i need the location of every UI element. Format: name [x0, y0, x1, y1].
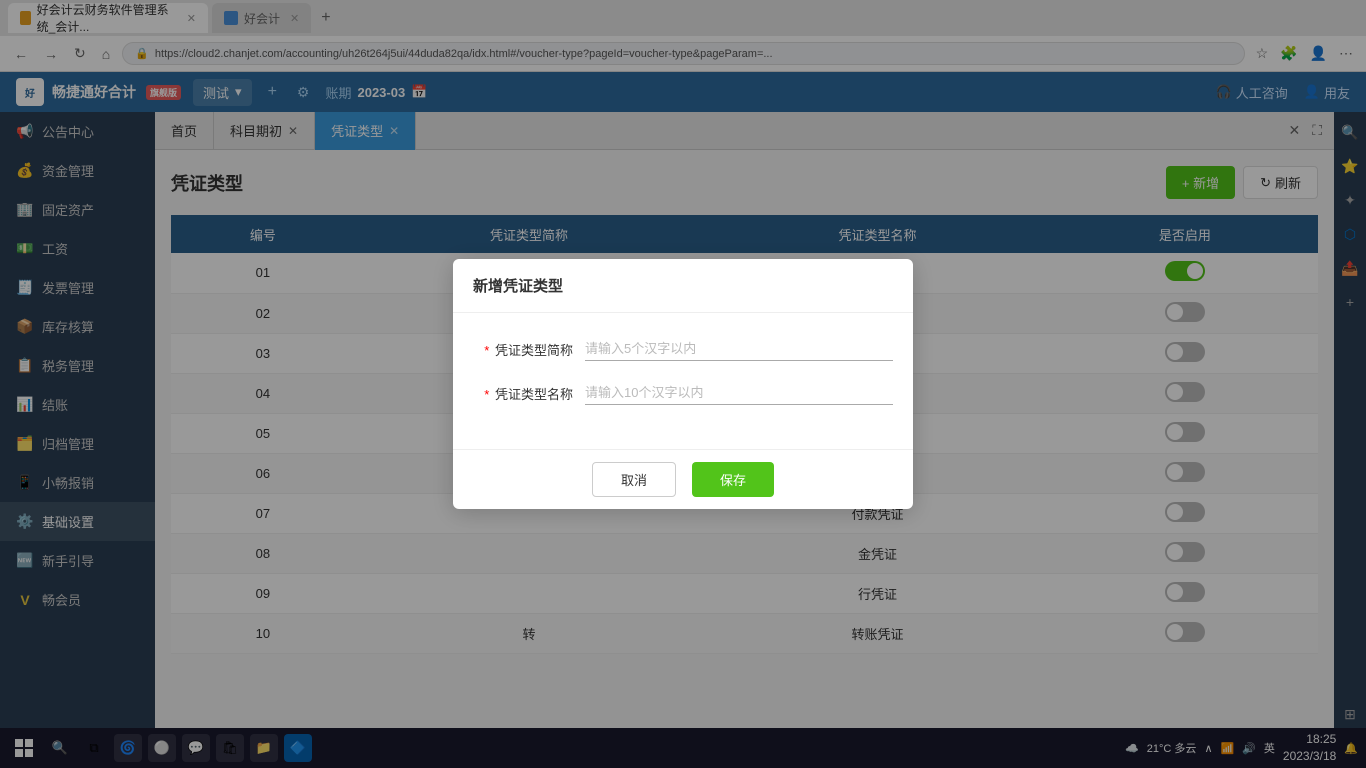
required-star-abbr: *: [484, 343, 489, 358]
modal-body: * 凭证类型简称 * 凭证类型名称: [453, 313, 913, 449]
abbr-label: * 凭证类型简称: [473, 340, 573, 359]
new-voucher-type-modal: 新增凭证类型 * 凭证类型简称 * 凭证类型名称 取消 保存: [453, 259, 913, 509]
modal-header: 新增凭证类型: [453, 259, 913, 313]
modal-footer: 取消 保存: [453, 449, 913, 509]
form-row-name: * 凭证类型名称: [473, 381, 893, 405]
name-input[interactable]: [585, 381, 893, 405]
name-label: * 凭证类型名称: [473, 384, 573, 403]
abbr-input[interactable]: [585, 337, 893, 361]
cancel-button[interactable]: 取消: [592, 462, 676, 497]
modal-title: 新增凭证类型: [473, 278, 563, 295]
form-row-abbr: * 凭证类型简称: [473, 337, 893, 361]
save-button[interactable]: 保存: [692, 462, 774, 497]
modal-overlay: 新增凭证类型 * 凭证类型简称 * 凭证类型名称 取消 保存: [0, 0, 1366, 768]
required-star-name: *: [484, 387, 489, 402]
